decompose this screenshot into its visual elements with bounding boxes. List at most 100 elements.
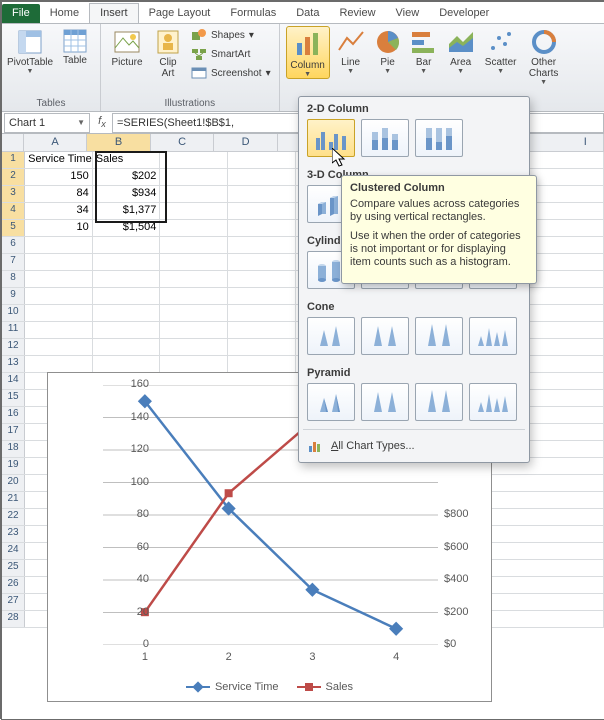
cell[interactable] bbox=[93, 271, 161, 287]
cell[interactable] bbox=[228, 186, 296, 202]
cell[interactable] bbox=[25, 305, 93, 321]
screenshot-button[interactable]: Screenshot ▾ bbox=[189, 64, 273, 82]
scatter-chart-button[interactable]: Scatter ▼ bbox=[482, 26, 520, 75]
cell[interactable]: 84 bbox=[25, 186, 93, 202]
row-header[interactable]: 18 bbox=[2, 441, 25, 457]
row-header[interactable]: 16 bbox=[2, 407, 25, 423]
fx-icon[interactable]: fx bbox=[92, 115, 112, 129]
thumb-cone-4[interactable] bbox=[469, 317, 517, 355]
thumb-cone-3[interactable] bbox=[415, 317, 463, 355]
thumb-pyr-4[interactable] bbox=[469, 383, 517, 421]
col-header-I[interactable]: I bbox=[568, 134, 604, 151]
cell[interactable] bbox=[160, 339, 228, 355]
smartart-button[interactable]: SmartArt bbox=[189, 45, 273, 63]
clipart-button[interactable]: Clip Art bbox=[151, 26, 185, 79]
row-header[interactable]: 28 bbox=[2, 611, 25, 627]
cell[interactable] bbox=[160, 169, 228, 185]
row-header[interactable]: 1 bbox=[2, 152, 25, 168]
cell[interactable] bbox=[228, 220, 296, 236]
cell[interactable] bbox=[160, 288, 228, 304]
cell[interactable] bbox=[160, 237, 228, 253]
all-chart-types-button[interactable]: All Chart Types... bbox=[299, 432, 529, 462]
thumb-cone-1[interactable] bbox=[307, 317, 355, 355]
row-header[interactable]: 17 bbox=[2, 424, 25, 440]
thumb-cone-2[interactable] bbox=[361, 317, 409, 355]
chart-legend[interactable]: Service Time Sales bbox=[48, 681, 491, 693]
cell[interactable] bbox=[25, 254, 93, 270]
cell[interactable] bbox=[228, 322, 296, 338]
row-header[interactable]: 3 bbox=[2, 186, 25, 202]
cell[interactable] bbox=[25, 339, 93, 355]
col-header-A[interactable]: A bbox=[24, 134, 88, 151]
select-all-corner[interactable] bbox=[2, 134, 24, 151]
tab-home[interactable]: Home bbox=[40, 4, 89, 23]
row-header[interactable]: 4 bbox=[2, 203, 25, 219]
row-header[interactable]: 8 bbox=[2, 271, 25, 287]
row-header[interactable]: 15 bbox=[2, 390, 25, 406]
cell[interactable] bbox=[228, 288, 296, 304]
cell[interactable] bbox=[160, 152, 228, 168]
cell[interactable] bbox=[160, 356, 228, 372]
row-header[interactable]: 2 bbox=[2, 169, 25, 185]
cell[interactable]: $1,504 bbox=[93, 220, 161, 236]
cell[interactable] bbox=[25, 271, 93, 287]
thumb-pyr-2[interactable] bbox=[361, 383, 409, 421]
bar-chart-button[interactable]: Bar ▼ bbox=[408, 26, 440, 75]
thumb-stacked-column[interactable] bbox=[361, 119, 409, 157]
cell[interactable] bbox=[160, 322, 228, 338]
tab-file[interactable]: File bbox=[2, 4, 40, 23]
cell[interactable]: $202 bbox=[93, 169, 161, 185]
row-header[interactable]: 23 bbox=[2, 526, 25, 542]
row-header[interactable]: 6 bbox=[2, 237, 25, 253]
tab-review[interactable]: Review bbox=[329, 4, 385, 23]
row-header[interactable]: 10 bbox=[2, 305, 25, 321]
legend-item-service-time[interactable]: Service Time bbox=[186, 681, 279, 693]
cell[interactable]: 10 bbox=[25, 220, 93, 236]
row-header[interactable]: 20 bbox=[2, 475, 25, 491]
line-chart-button[interactable]: Line ▼ bbox=[334, 26, 368, 75]
tab-data[interactable]: Data bbox=[286, 4, 329, 23]
cell[interactable] bbox=[93, 356, 161, 372]
row-header[interactable]: 11 bbox=[2, 322, 25, 338]
row-header[interactable]: 22 bbox=[2, 509, 25, 525]
cell[interactable] bbox=[160, 203, 228, 219]
tab-page-layout[interactable]: Page Layout bbox=[139, 4, 221, 23]
tab-view[interactable]: View bbox=[386, 4, 430, 23]
cell[interactable] bbox=[93, 305, 161, 321]
cell[interactable] bbox=[93, 339, 161, 355]
cell[interactable] bbox=[228, 203, 296, 219]
row-header[interactable]: 24 bbox=[2, 543, 25, 559]
cell[interactable] bbox=[228, 237, 296, 253]
cell[interactable] bbox=[160, 271, 228, 287]
cell[interactable] bbox=[93, 288, 161, 304]
cell[interactable] bbox=[160, 254, 228, 270]
row-header[interactable]: 19 bbox=[2, 458, 25, 474]
cell[interactable]: 34 bbox=[25, 203, 93, 219]
pie-chart-button[interactable]: Pie ▼ bbox=[372, 26, 404, 75]
legend-item-sales[interactable]: Sales bbox=[297, 681, 354, 693]
cell[interactable] bbox=[160, 305, 228, 321]
name-box[interactable]: Chart 1▼ bbox=[4, 113, 90, 133]
row-header[interactable]: 27 bbox=[2, 594, 25, 610]
pivottable-button[interactable]: PivotTable ▼ bbox=[8, 26, 52, 75]
tab-developer[interactable]: Developer bbox=[429, 4, 499, 23]
thumb-clustered-column[interactable] bbox=[307, 119, 355, 157]
cell[interactable] bbox=[228, 339, 296, 355]
row-header[interactable]: 9 bbox=[2, 288, 25, 304]
row-header[interactable]: 13 bbox=[2, 356, 25, 372]
cell[interactable] bbox=[93, 254, 161, 270]
dropdown-icon[interactable]: ▼ bbox=[77, 118, 85, 127]
cell[interactable] bbox=[25, 237, 93, 253]
cell[interactable]: $934 bbox=[93, 186, 161, 202]
row-header[interactable]: 21 bbox=[2, 492, 25, 508]
cell[interactable] bbox=[228, 356, 296, 372]
col-header-C[interactable]: C bbox=[151, 134, 215, 151]
col-header-B[interactable]: B bbox=[87, 134, 151, 151]
thumb-pyr-3[interactable] bbox=[415, 383, 463, 421]
cell[interactable] bbox=[25, 356, 93, 372]
cell[interactable] bbox=[228, 271, 296, 287]
cell[interactable] bbox=[160, 220, 228, 236]
row-header[interactable]: 26 bbox=[2, 577, 25, 593]
cell[interactable] bbox=[228, 305, 296, 321]
row-header[interactable]: 7 bbox=[2, 254, 25, 270]
